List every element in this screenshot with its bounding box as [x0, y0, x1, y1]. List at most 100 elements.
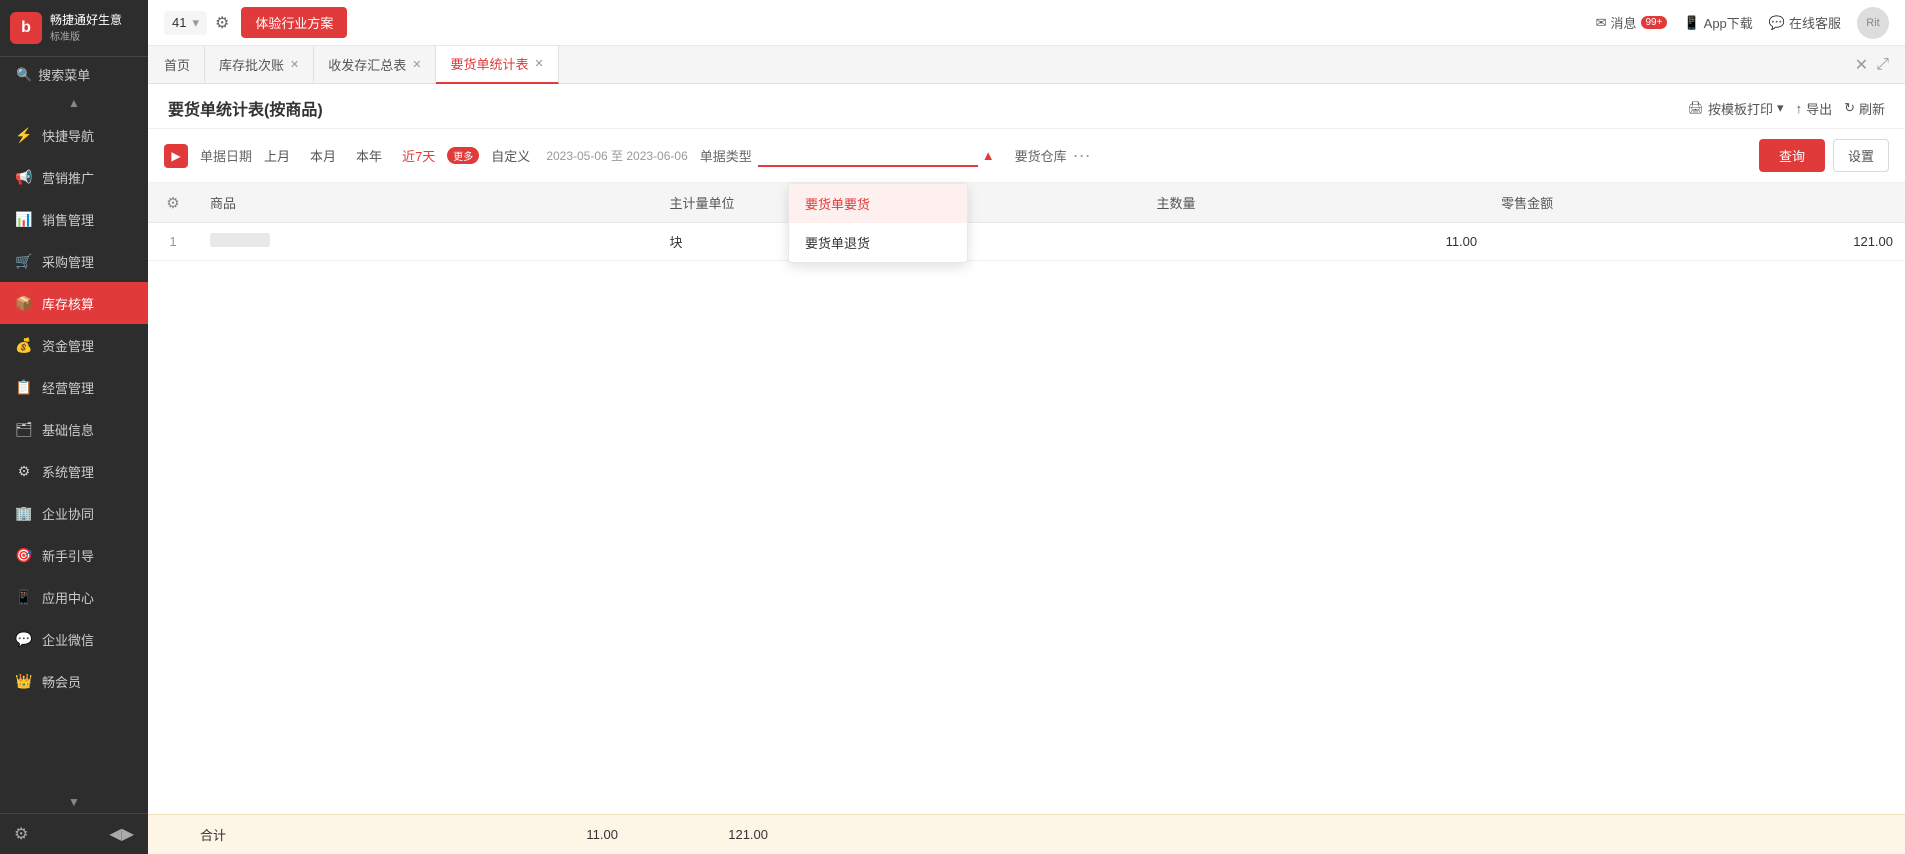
- sidebar-item-quick-nav[interactable]: ⚡ 快捷导航: [0, 114, 148, 156]
- member-icon: 👑: [14, 671, 34, 691]
- messages-icon: ✉: [1596, 15, 1607, 31]
- date-label: 单据日期: [200, 146, 252, 165]
- sidebar-item-enterprise[interactable]: 🏢 企业协同: [0, 492, 148, 534]
- basic-info-icon: 🗂: [14, 419, 34, 439]
- filter-settings-button[interactable]: 设置: [1833, 139, 1889, 172]
- filter-warehouse-group: 要货仓库 ···: [1015, 145, 1091, 166]
- page-header-actions: 🖨 按模板打印 ▾ ↑ 导出 ↻ 刷新: [1688, 99, 1886, 118]
- tab-inventory-batch[interactable]: 库存批次账 ✕: [205, 46, 314, 84]
- page-header: 要货单统计表(按商品) 🖨 按模板打印 ▾ ↑ 导出 ↻ 刷新: [148, 84, 1905, 129]
- online-service-action[interactable]: 💬 在线客服: [1769, 13, 1841, 32]
- footer-amount: 121.00: [630, 827, 780, 842]
- type-input[interactable]: [758, 144, 978, 167]
- sidebar-item-marketing[interactable]: 📢 营销推广: [0, 156, 148, 198]
- date-btn-last-month[interactable]: 上月: [256, 143, 298, 168]
- sidebar-item-inventory[interactable]: 📦 库存核算: [0, 282, 148, 324]
- app-download-action[interactable]: 📱 App下载: [1683, 13, 1752, 32]
- tab-home[interactable]: 首页: [164, 46, 205, 84]
- sidebar-item-label: 系统管理: [42, 462, 94, 481]
- sidebar-item-wechat[interactable]: 💬 企业微信: [0, 618, 148, 660]
- store-chevron-icon: ▾: [192, 15, 199, 31]
- tab-close-all-icon[interactable]: ✕: [1855, 55, 1868, 75]
- sidebar-item-system[interactable]: ⚙ 系统管理: [0, 450, 148, 492]
- quick-nav-icon: ⚡: [14, 125, 34, 145]
- search-menu-item[interactable]: 🔍 搜索菜单: [0, 57, 148, 92]
- sidebar-item-label: 营销推广: [42, 168, 94, 187]
- date-btn-this-year[interactable]: 本年: [348, 143, 390, 168]
- refresh-button[interactable]: ↻ 刷新: [1844, 99, 1885, 118]
- sidebar-item-finance[interactable]: 💰 资金管理: [0, 324, 148, 366]
- logo-icon: b: [10, 12, 42, 44]
- wechat-icon: 💬: [14, 629, 34, 649]
- tab-order-summary-close[interactable]: ✕: [535, 57, 544, 70]
- filter-type-group: 单据类型 ▲: [700, 144, 995, 167]
- tab-order-summary[interactable]: 要货单统计表 ✕: [436, 46, 558, 84]
- finance-icon: 💰: [14, 335, 34, 355]
- refresh-icon: ↻: [1844, 100, 1855, 116]
- sidebar-scroll-down[interactable]: ▼: [0, 791, 148, 813]
- user-avatar[interactable]: Rit: [1857, 7, 1889, 39]
- table-settings-gear-icon[interactable]: ⚙: [166, 195, 179, 212]
- table-footer: 合计 11.00 121.00: [148, 814, 1905, 854]
- warehouse-more-icon[interactable]: ···: [1073, 145, 1091, 166]
- date-btn-last-7days[interactable]: 近7天: [394, 143, 443, 168]
- filter-expand-button[interactable]: ▶: [164, 144, 188, 168]
- sidebar: b 畅捷通好生意 标准版 🔍 搜索菜单 ▲ ⚡ 快捷导航 📢 营销推广 📊 销售…: [0, 0, 148, 854]
- search-icon: 🔍: [16, 67, 32, 83]
- template-print-button[interactable]: 🖨 按模板打印 ▾: [1688, 99, 1784, 118]
- export-icon: ↑: [1796, 101, 1803, 116]
- template-print-chevron: ▾: [1777, 100, 1784, 116]
- messages-badge: 99+: [1641, 16, 1668, 29]
- store-selector[interactable]: 41 ▾: [164, 11, 207, 35]
- operation-icon: 📋: [14, 377, 34, 397]
- sidebar-item-purchase[interactable]: 🛒 采购管理: [0, 240, 148, 282]
- type-dropdown: 要货单要货 要货单退货: [788, 183, 968, 263]
- sidebar-scroll-up[interactable]: ▲: [0, 92, 148, 114]
- sidebar-item-member[interactable]: 👑 畅会员: [0, 660, 148, 702]
- logo-title: 畅捷通好生意: [50, 13, 122, 29]
- search-button[interactable]: 查询: [1759, 139, 1825, 172]
- tab-inventory-batch-close[interactable]: ✕: [290, 58, 299, 71]
- settings-bottom-icon[interactable]: ⚙: [14, 824, 28, 844]
- sidebar-item-guide[interactable]: 🎯 新手引导: [0, 534, 148, 576]
- sidebar-item-label: 新手引导: [42, 546, 94, 565]
- col-settings: ⚙: [148, 183, 198, 223]
- sidebar-item-operation[interactable]: 📋 经营管理: [0, 366, 148, 408]
- col-amount: 零售金额: [1489, 183, 1905, 223]
- messages-label: 消息: [1610, 13, 1636, 32]
- date-more-badge[interactable]: 更多: [447, 147, 479, 164]
- tab-inventory-batch-label: 库存批次账: [219, 55, 284, 74]
- store-name: 41: [172, 15, 186, 30]
- sidebar-item-basic-info[interactable]: 🗂 基础信息: [0, 408, 148, 450]
- table-row: 1 块 11.00 121.00: [148, 223, 1905, 261]
- collapse-sidebar-icon[interactable]: ◀▶: [109, 824, 134, 844]
- date-btn-this-month[interactable]: 本月: [302, 143, 344, 168]
- header-settings-icon[interactable]: ⚙: [215, 13, 229, 33]
- main-content: 41 ▾ ⚙ 体验行业方案 ✉ 消息 99+ 📱 App下载 💬 在线客服 Ri…: [148, 0, 1905, 854]
- sidebar-bottom: ⚙ ◀▶: [0, 813, 148, 854]
- messages-action[interactable]: ✉ 消息 99+: [1596, 13, 1668, 32]
- filter-row: ▶ 单据日期 上月 本月 本年 近7天 更多 自定义 2023-05-06 至 …: [148, 129, 1905, 183]
- col-quantity: 主数量: [1144, 183, 1489, 223]
- app-center-icon: 📱: [14, 587, 34, 607]
- type-chevron-icon[interactable]: ▲: [982, 148, 995, 163]
- sidebar-item-label: 基础信息: [42, 420, 94, 439]
- date-custom-button[interactable]: 自定义: [483, 143, 538, 168]
- sidebar-item-app-center[interactable]: 📱 应用中心: [0, 576, 148, 618]
- tab-receive-summary-close[interactable]: ✕: [412, 58, 421, 71]
- row-num: 1: [148, 223, 198, 261]
- dropdown-item-order-purchase[interactable]: 要货单要货: [789, 184, 967, 223]
- footer-label: 合计: [160, 825, 480, 844]
- sidebar-item-sales[interactable]: 📊 销售管理: [0, 198, 148, 240]
- trial-button[interactable]: 体验行业方案: [241, 7, 347, 38]
- tab-receive-summary[interactable]: 收发存汇总表 ✕: [314, 46, 436, 84]
- data-table-wrap: ⚙ 商品 主计量单位 主数量 零售金额 1 块: [148, 183, 1905, 814]
- sidebar-item-label: 库存核算: [42, 294, 94, 313]
- export-button[interactable]: ↑ 导出: [1796, 99, 1833, 118]
- sidebar-item-label: 快捷导航: [42, 126, 94, 145]
- dropdown-item-order-return[interactable]: 要货单退货: [789, 223, 967, 262]
- sidebar-item-label: 采购管理: [42, 252, 94, 271]
- top-header: 41 ▾ ⚙ 体验行业方案 ✉ 消息 99+ 📱 App下载 💬 在线客服 Ri…: [148, 0, 1905, 46]
- tab-expand-icon[interactable]: ⤢: [1876, 56, 1889, 74]
- page-content: 要货单统计表(按商品) 🖨 按模板打印 ▾ ↑ 导出 ↻ 刷新 ▶: [148, 84, 1905, 854]
